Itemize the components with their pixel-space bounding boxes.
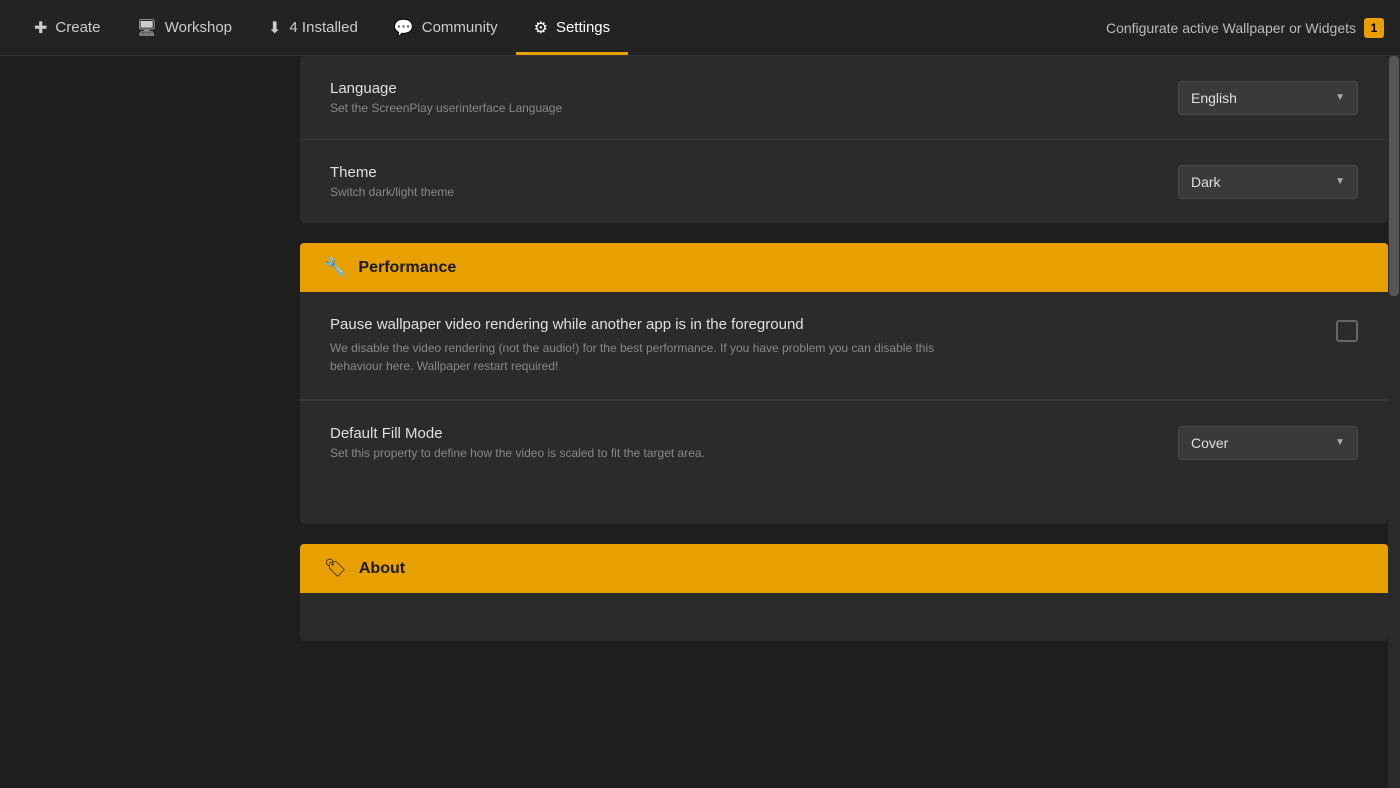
language-setting-row: Language Set the ScreenPlay userinterfac… — [300, 56, 1388, 140]
pause-wallpaper-title: Pause wallpaper video rendering while an… — [330, 316, 1320, 333]
settings-icon: ⚙ — [534, 18, 548, 38]
nav-workshop[interactable]: 🖥 Workshop — [118, 0, 250, 55]
language-dropdown-arrow: ▼ — [1335, 92, 1345, 103]
scrollbar-thumb[interactable] — [1389, 56, 1399, 296]
content-area: Language Set the ScreenPlay userinterfac… — [300, 56, 1388, 788]
workshop-icon: 🖥 — [136, 18, 156, 38]
language-title: Language — [330, 80, 1178, 97]
theme-value: Dark — [1191, 174, 1221, 190]
nav-installed[interactable]: ⬇ 4 Installed — [250, 0, 376, 55]
scrollbar-track[interactable] — [1388, 56, 1400, 788]
wrench-icon: 🔧 — [324, 257, 346, 278]
nav-badge[interactable]: 1 — [1364, 18, 1384, 38]
about-icon: 🏷 — [324, 558, 347, 579]
fill-mode-value: Cover — [1191, 435, 1228, 451]
general-settings-panel: Language Set the ScreenPlay userinterfac… — [300, 56, 1388, 223]
fill-mode-title: Default Fill Mode — [330, 425, 1178, 442]
performance-title: Performance — [358, 259, 456, 277]
about-section: 🏷 About — [300, 544, 1388, 641]
pause-wallpaper-desc: We disable the video rendering (not the … — [330, 339, 980, 375]
language-info: Language Set the ScreenPlay userinterfac… — [330, 80, 1178, 115]
community-icon: 💬 — [394, 18, 414, 38]
pause-wallpaper-checkbox-control — [1336, 320, 1358, 347]
pause-wallpaper-checkbox[interactable] — [1336, 320, 1358, 342]
theme-title: Theme — [330, 164, 1178, 181]
about-header: 🏷 About — [300, 544, 1388, 593]
about-title: About — [359, 560, 405, 578]
fill-mode-dropdown-arrow: ▼ — [1335, 437, 1345, 448]
fill-mode-desc: Set this property to define how the vide… — [330, 446, 1178, 460]
top-navigation: ✚ Create 🖥 Workshop ⬇ 4 Installed 💬 Comm… — [0, 0, 1400, 56]
language-value: English — [1191, 90, 1237, 106]
nav-community[interactable]: 💬 Community — [376, 0, 516, 55]
fill-mode-info: Default Fill Mode Set this property to d… — [330, 425, 1178, 460]
nav-create[interactable]: ✚ Create — [16, 0, 118, 55]
pause-wallpaper-info: Pause wallpaper video rendering while an… — [330, 316, 1320, 375]
nav-settings-label: Settings — [556, 19, 610, 36]
nav-community-label: Community — [422, 19, 498, 36]
theme-dropdown-arrow: ▼ — [1335, 176, 1345, 187]
left-spacer — [0, 56, 300, 788]
installed-icon: ⬇ — [268, 18, 281, 38]
theme-desc: Switch dark/light theme — [330, 185, 1178, 199]
language-desc: Set the ScreenPlay userinterface Languag… — [330, 101, 1178, 115]
fill-mode-row: Default Fill Mode Set this property to d… — [300, 400, 1388, 484]
nav-workshop-label: Workshop — [165, 19, 232, 36]
nav-right-area: Configurate active Wallpaper or Widgets … — [1106, 18, 1384, 38]
theme-setting-row: Theme Switch dark/light theme Dark ▼ — [300, 140, 1388, 223]
performance-section: 🔧 Performance Pause wallpaper video rend… — [300, 243, 1388, 524]
nav-create-label: Create — [55, 19, 100, 36]
theme-dropdown[interactable]: Dark ▼ — [1178, 165, 1358, 199]
fill-mode-dropdown[interactable]: Cover ▼ — [1178, 426, 1358, 460]
perf-bottom-padding — [300, 484, 1388, 524]
nav-settings[interactable]: ⚙ Settings — [516, 0, 629, 55]
pause-wallpaper-row: Pause wallpaper video rendering while an… — [300, 292, 1388, 400]
nav-installed-label: 4 Installed — [289, 19, 357, 36]
language-dropdown[interactable]: English ▼ — [1178, 81, 1358, 115]
performance-header: 🔧 Performance — [300, 243, 1388, 292]
create-icon: ✚ — [34, 18, 47, 38]
main-layout: Language Set the ScreenPlay userinterfac… — [0, 56, 1400, 788]
about-body — [300, 593, 1388, 641]
theme-info: Theme Switch dark/light theme — [330, 164, 1178, 199]
configure-label: Configurate active Wallpaper or Widgets — [1106, 20, 1356, 36]
